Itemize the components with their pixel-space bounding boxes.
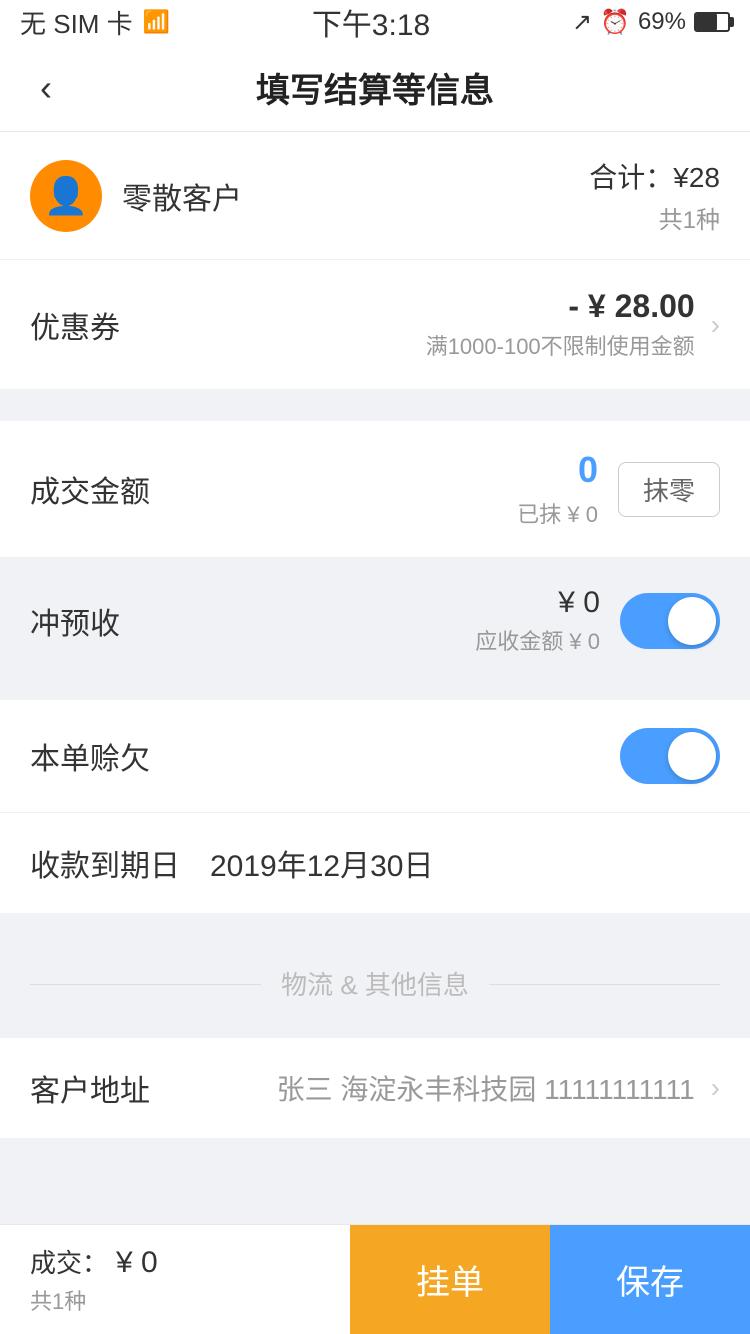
deal-label: 成交金额 — [30, 467, 150, 511]
customer-row: 👤 零散客户 合计：¥28 共1种 — [0, 132, 750, 259]
pending-button[interactable]: 挂单 — [350, 1225, 550, 1334]
avatar-icon: 👤 — [44, 175, 89, 217]
logistics-section-header: 物流 & 其他信息 — [0, 945, 750, 1022]
coupon-desc: 满1000-100不限制使用金额 — [426, 329, 695, 361]
status-right: ↗ ⏰ 69% — [572, 8, 730, 37]
address-label: 客户地址 — [30, 1066, 150, 1110]
coupon-right: - ¥ 28.00 满1000-100不限制使用金额 › — [426, 288, 720, 361]
customer-name: 零散客户 — [122, 174, 242, 218]
battery-text: 69% — [638, 8, 686, 36]
deal-row: 成交金额 0 已抹 ¥ 0 抹零 — [30, 449, 720, 529]
round-zero-button[interactable]: 抹零 — [618, 462, 720, 517]
coupon-discount: - ¥ 28.00 — [426, 288, 695, 325]
coupon-label: 优惠券 — [30, 303, 120, 347]
content: 👤 零散客户 合计：¥28 共1种 优惠券 - ¥ 28.00 满1000-10… — [0, 132, 750, 1258]
back-button[interactable]: ‹ — [30, 57, 62, 119]
deal-value-block: 0 已抹 ¥ 0 — [517, 449, 598, 529]
address-value: 张三 海淀永丰科技园 11111111111 — [180, 1068, 695, 1108]
total-count: 共1种 — [589, 200, 720, 235]
coupon-chevron-icon: › — [711, 309, 720, 341]
carrier-text: 无 SIM 卡 — [20, 4, 133, 41]
due-date-row: 收款到期日 2019年12月30日 — [0, 812, 750, 913]
section-divider-1 — [0, 405, 750, 421]
prepay-right: ¥ 0 应收金额 ¥ 0 — [475, 586, 720, 656]
customer-left: 👤 零散客户 — [30, 160, 242, 232]
prepay-label: 冲预收 — [30, 599, 120, 643]
due-date-content: 收款到期日 2019年12月30日 — [30, 841, 720, 885]
status-bar: 无 SIM 卡 📶 下午3:18 ↗ ⏰ 69% — [0, 0, 750, 44]
coupon-row[interactable]: 优惠券 - ¥ 28.00 满1000-100不限制使用金额 › — [0, 259, 750, 389]
prepay-main-amount: ¥ 0 — [475, 586, 600, 620]
time-display: 下午3:18 — [312, 0, 430, 44]
customer-summary: 合计：¥28 共1种 — [589, 156, 720, 235]
prepay-toggle[interactable] — [620, 593, 720, 649]
coupon-value-block: - ¥ 28.00 满1000-100不限制使用金额 — [426, 288, 695, 361]
bottom-deal-row: 成交： ¥ 0 — [30, 1243, 320, 1280]
credit-row: 本单赊欠 — [0, 700, 750, 812]
prepay-amounts: ¥ 0 应收金额 ¥ 0 — [475, 586, 600, 656]
avatar: 👤 — [30, 160, 102, 232]
prepay-row: 冲预收 ¥ 0 应收金额 ¥ 0 — [0, 557, 750, 684]
battery-icon — [694, 12, 730, 32]
deal-amount-value: 0 — [517, 449, 598, 491]
bottom-deal-label: 成交： — [30, 1243, 108, 1280]
address-chevron-icon: › — [711, 1072, 720, 1104]
deal-right: 0 已抹 ¥ 0 抹零 — [517, 449, 720, 529]
section-divider-2 — [0, 684, 750, 700]
bottom-deal-value: ¥ 0 — [116, 1246, 158, 1280]
credit-label: 本单赊欠 — [30, 734, 150, 778]
deal-section: 成交金额 0 已抹 ¥ 0 抹零 — [0, 421, 750, 557]
status-left: 无 SIM 卡 📶 — [20, 4, 170, 41]
bottom-summary: 成交： ¥ 0 共1种 — [0, 1243, 350, 1316]
bottom-count: 共1种 — [30, 1284, 320, 1316]
alarm-icon: ⏰ — [600, 8, 630, 37]
total-price: 合计：¥28 — [589, 156, 720, 196]
wifi-icon: 📶 — [143, 9, 170, 35]
address-row[interactable]: 客户地址 张三 海淀永丰科技园 11111111111 › — [0, 1038, 750, 1138]
save-button[interactable]: 保存 — [550, 1225, 750, 1334]
logistics-label: 物流 & 其他信息 — [261, 970, 489, 1000]
bottom-bar: 成交： ¥ 0 共1种 挂单 保存 — [0, 1224, 750, 1334]
credit-toggle[interactable] — [620, 728, 720, 784]
location-icon: ↗ — [572, 8, 592, 37]
nav-bar: ‹ 填写结算等信息 — [0, 44, 750, 132]
prepay-sub-amount: 应收金额 ¥ 0 — [475, 624, 600, 656]
section-divider-3 — [0, 913, 750, 929]
due-date-value: 2019年12月30日 — [210, 841, 433, 885]
page-title: 填写结算等信息 — [256, 63, 494, 112]
deal-sub-text: 已抹 ¥ 0 — [517, 497, 598, 529]
due-date-label: 收款到期日 — [30, 841, 180, 885]
customer-card: 👤 零散客户 合计：¥28 共1种 优惠券 - ¥ 28.00 满1000-10… — [0, 132, 750, 389]
